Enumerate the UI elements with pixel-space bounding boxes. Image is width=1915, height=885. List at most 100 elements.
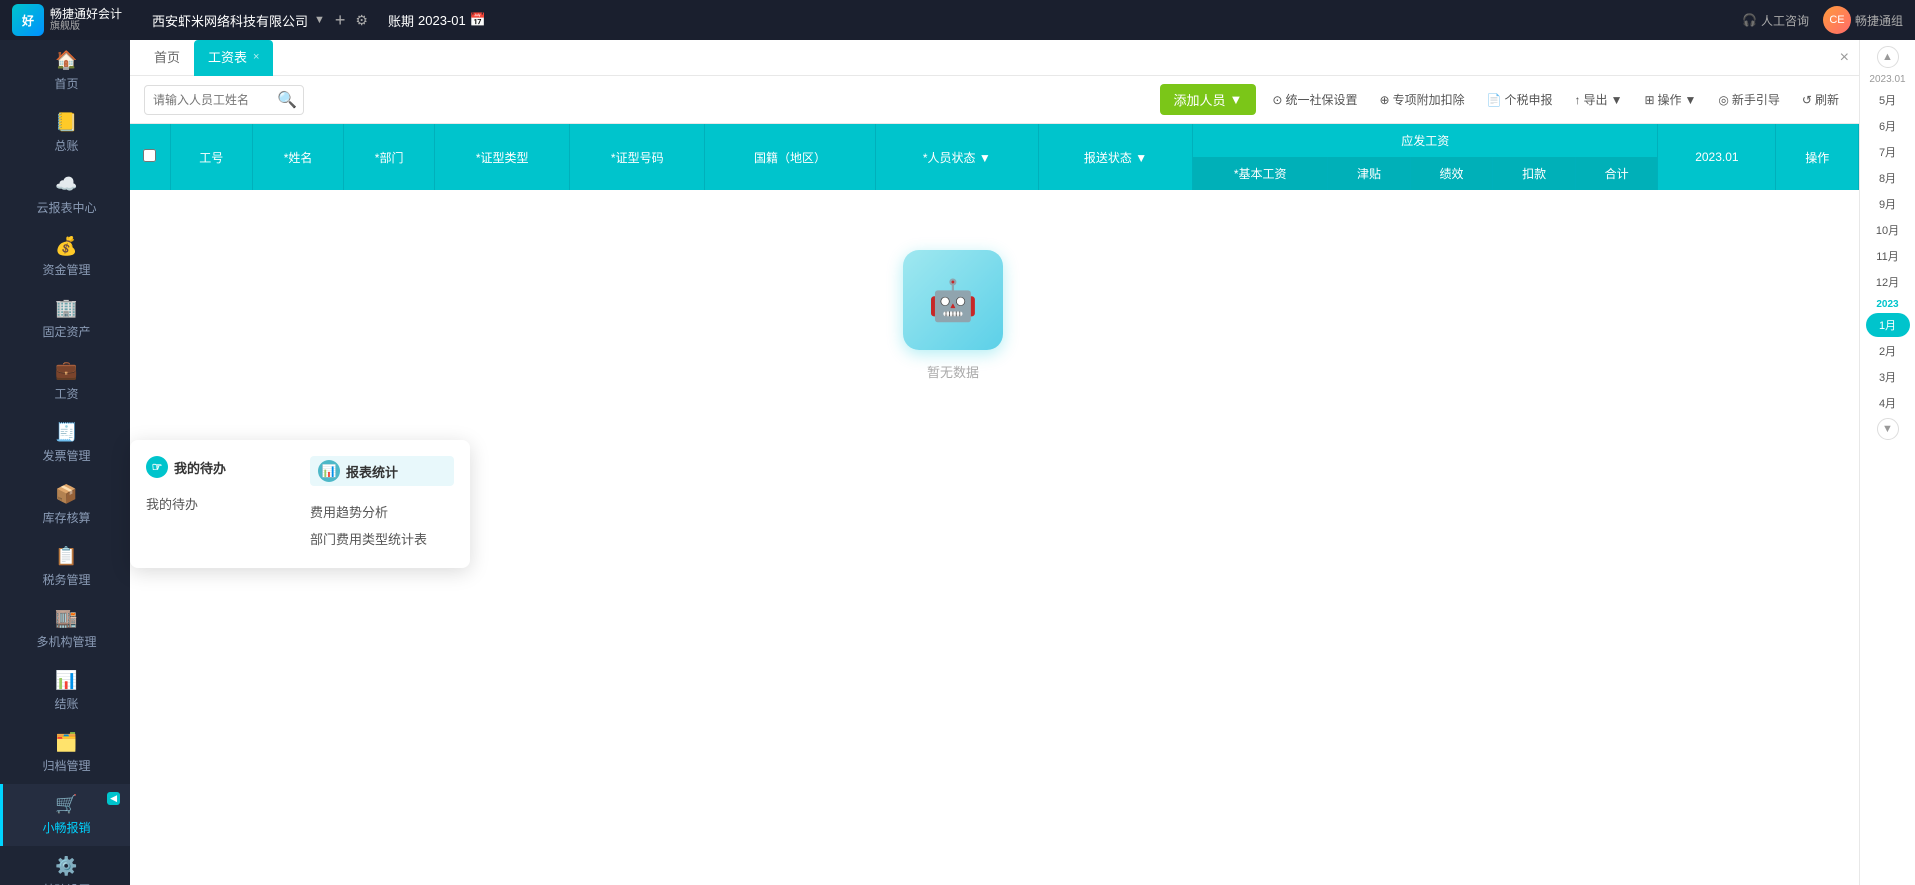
tab-home[interactable]: 首页 xyxy=(140,40,194,76)
header-base-salary: *基本工资 xyxy=(1193,157,1328,190)
support-button[interactable]: 🎧 人工咨询 xyxy=(1742,12,1809,29)
timeline-month-12[interactable]: 12月 xyxy=(1866,270,1910,294)
sidebar-item-assets[interactable]: 🏢 固定资产 xyxy=(0,288,130,350)
sidebar-item-ledger[interactable]: 📒 总账 xyxy=(0,102,130,164)
social-security-button[interactable]: ⊙ 统一社保设置 xyxy=(1266,87,1363,112)
sidebar-item-salary[interactable]: 💼 工资 xyxy=(0,350,130,412)
sidebar-item-archive[interactable]: 🗂️ 归档管理 xyxy=(0,722,130,784)
timeline-month-6[interactable]: 6月 xyxy=(1866,114,1910,138)
search-input[interactable] xyxy=(153,93,273,107)
home-icon: 🏠 xyxy=(55,50,77,71)
sidebar-item-inventory[interactable]: 📦 库存核算 xyxy=(0,474,130,536)
operations-button[interactable]: ⊞ 操作 ▼ xyxy=(1638,87,1702,112)
popup-col-left: ☞ 我的待办 我的待办 xyxy=(146,456,290,552)
timeline-month-8[interactable]: 8月 xyxy=(1866,166,1910,190)
top-company[interactable]: 西安虾米网络科技有限公司 ▼ xyxy=(152,11,325,30)
empty-state: 🤖 暂无数据 xyxy=(130,190,1776,441)
export-icon: ↑ xyxy=(1575,93,1581,107)
refresh-button[interactable]: ↺ 刷新 xyxy=(1796,87,1845,112)
header-dept: *部门 xyxy=(344,124,435,190)
sidebar-item-cloud[interactable]: ☁️ 云报表中心 xyxy=(0,164,130,226)
close-all-tabs-button[interactable]: × xyxy=(1840,49,1849,67)
header-id-number: *证型号码 xyxy=(570,124,705,190)
header-name: *姓名 xyxy=(253,124,344,190)
timeline-up-button[interactable]: ▲ xyxy=(1877,46,1899,68)
header-operation: 操作 xyxy=(1776,124,1859,190)
search-icon[interactable]: 🔍 xyxy=(277,90,297,110)
popup-item-expense-trend[interactable]: 费用趋势分析 xyxy=(310,498,454,525)
dropdown-popup: ☞ 我的待办 我的待办 📊 报表统计 费用趋势分析 部门费用类型统计表 xyxy=(130,440,470,568)
empty-row: 🤖 暂无数据 xyxy=(130,190,1859,441)
timeline-month-11[interactable]: 11月 xyxy=(1866,244,1910,268)
timeline-month-9[interactable]: 9月 xyxy=(1866,192,1910,216)
sidebar-item-settlement[interactable]: 📊 结账 xyxy=(0,660,130,722)
special-deduct-button[interactable]: ⊕ 专项附加扣除 xyxy=(1374,87,1471,112)
popup-icon-todo: ☞ xyxy=(146,456,168,478)
sidebar-item-tax[interactable]: 📋 税务管理 xyxy=(0,536,130,598)
sidebar-item-home[interactable]: 🏠 首页 xyxy=(0,40,130,102)
sidebar: 🏠 首页 📒 总账 ☁️ 云报表中心 💰 资金管理 🏢 固定资产 💼 工资 🧾 … xyxy=(0,40,130,885)
header-salary-group: 应发工资 xyxy=(1193,124,1658,157)
header-id-type: *证型类型 xyxy=(435,124,570,190)
timeline-down-button[interactable]: ▼ xyxy=(1877,418,1899,440)
empty-text: 暂无数据 xyxy=(927,362,979,381)
logo-text: 畅捷通好会计 旗舰版 xyxy=(50,7,122,33)
timeline-month-5[interactable]: 5月 xyxy=(1866,88,1910,112)
timeline-month-1[interactable]: 1月 xyxy=(1866,313,1910,337)
sidebar-item-funds[interactable]: 💰 资金管理 xyxy=(0,226,130,288)
special-deduct-icon: ⊕ xyxy=(1380,93,1390,107)
add-company-button[interactable]: + xyxy=(335,10,346,31)
header-person-status[interactable]: *人员状态 ▼ xyxy=(875,124,1038,190)
timeline-month-10[interactable]: 10月 xyxy=(1866,218,1910,242)
operations-icon: ⊞ xyxy=(1644,93,1654,107)
tax-declare-button[interactable]: 📄 个税申报 xyxy=(1481,87,1559,112)
user-avatar: CE xyxy=(1823,6,1851,34)
guide-toolbar-icon: ◎ xyxy=(1718,93,1728,107)
select-all-checkbox[interactable] xyxy=(143,149,156,162)
popup-col-right: 📊 报表统计 费用趋势分析 部门费用类型统计表 xyxy=(310,456,454,552)
timeline-month-2[interactable]: 2月 xyxy=(1866,339,1910,363)
guide-button[interactable]: ◎ 新手引导 xyxy=(1712,87,1786,112)
cloud-icon: ☁️ xyxy=(55,174,77,195)
refresh-icon: ↺ xyxy=(1802,93,1812,107)
header-report-status[interactable]: 报送状态 ▼ xyxy=(1038,124,1192,190)
tab-salary-table[interactable]: 工资表 × xyxy=(194,40,273,76)
header-year-col: 2023.01 xyxy=(1658,124,1776,190)
settlement-icon: 📊 xyxy=(55,670,77,691)
timeline-month-3[interactable]: 3月 xyxy=(1866,365,1910,389)
timeline-year-label-2023-01: 2023.01 xyxy=(1869,74,1905,85)
settings-icon[interactable]: ⚙ xyxy=(355,12,368,29)
top-period: 账期 2023-01 📅 xyxy=(388,11,486,30)
sidebar-item-xiaochang[interactable]: 🛒 小畅报销 ◀ xyxy=(0,784,130,846)
salary-table: 工号 *姓名 *部门 *证型类型 *证型号码 国籍（地区） *人员状态 ▼ 报送… xyxy=(130,124,1859,441)
popup-item-todo[interactable]: 我的待办 xyxy=(146,490,290,517)
headset-icon: 🎧 xyxy=(1742,13,1757,27)
export-dropdown-icon: ▼ xyxy=(1611,93,1623,107)
sidebar-item-invoice[interactable]: 🧾 发票管理 xyxy=(0,412,130,474)
tax-declare-icon: 📄 xyxy=(1487,93,1502,107)
user-info[interactable]: CE 畅捷通组 xyxy=(1823,6,1903,34)
add-person-button[interactable]: 添加人员 ▼ xyxy=(1160,84,1257,115)
timeline-panel: ▲ 2023.01 5月 6月 7月 8月 9月 10月 11月 12月 202… xyxy=(1859,40,1915,885)
social-security-icon: ⊙ xyxy=(1272,93,1282,107)
sidebar-item-multi[interactable]: 🏬 多机构管理 xyxy=(0,598,130,660)
salary-icon: 💼 xyxy=(55,360,77,381)
search-box[interactable]: 🔍 xyxy=(144,85,304,115)
timeline-month-4[interactable]: 4月 xyxy=(1866,391,1910,415)
timeline-month-7[interactable]: 7月 xyxy=(1866,140,1910,164)
calendar-icon[interactable]: 📅 xyxy=(470,12,486,28)
top-right: 🎧 人工咨询 CE 畅捷通组 xyxy=(1742,6,1903,34)
logo-icon: 好 xyxy=(12,4,44,36)
tab-close-icon[interactable]: × xyxy=(253,51,259,63)
header-employee-id: 工号 xyxy=(170,124,253,190)
company-dropdown-icon[interactable]: ▼ xyxy=(314,14,325,26)
ledger-icon: 📒 xyxy=(55,112,77,133)
header-checkbox xyxy=(130,124,170,190)
popup-col-right-title: 📊 报表统计 xyxy=(310,456,454,486)
sidebar-item-basic[interactable]: ⚙️ 基础设置 xyxy=(0,846,130,885)
header-deduction: 扣款 xyxy=(1493,157,1576,190)
export-button[interactable]: ↑ 导出 ▼ xyxy=(1569,87,1629,112)
popup-item-dept-expense[interactable]: 部门费用类型统计表 xyxy=(310,525,454,552)
assets-icon: 🏢 xyxy=(55,298,77,319)
popup-icon-report: 📊 xyxy=(318,460,340,482)
